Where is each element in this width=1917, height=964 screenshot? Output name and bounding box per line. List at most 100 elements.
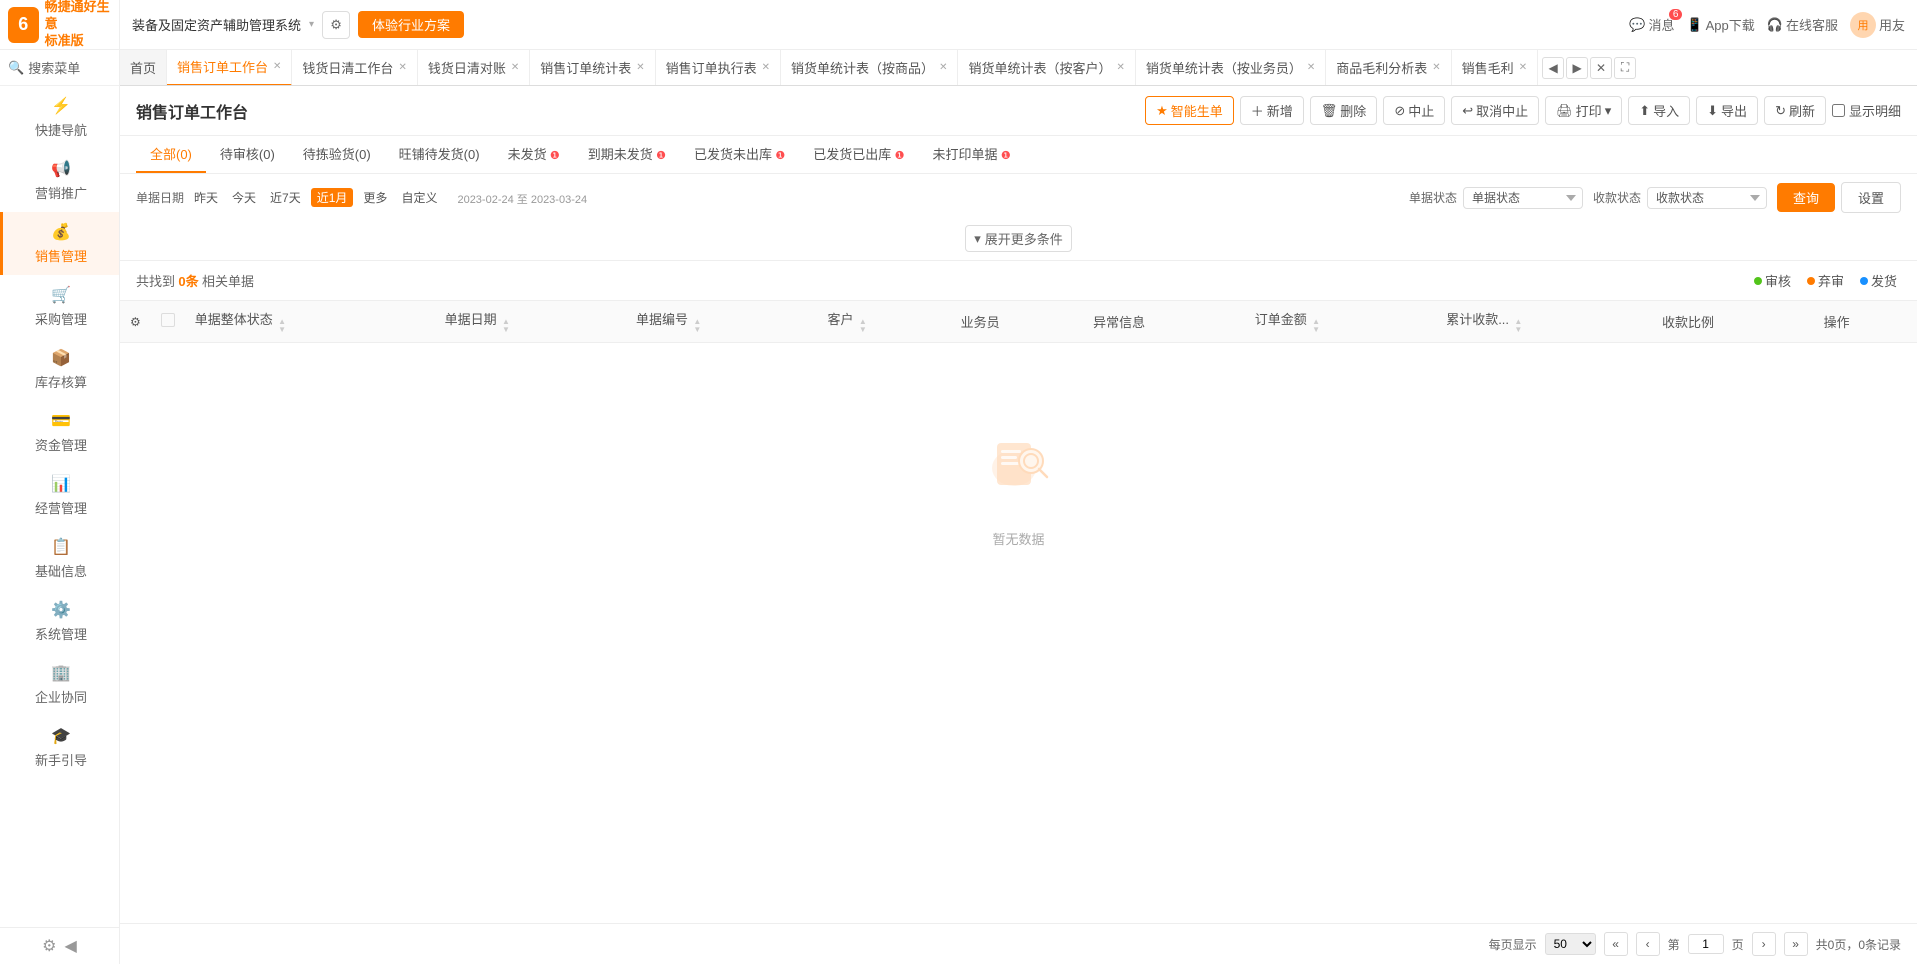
date-option-1month[interactable]: 近1月 [311, 188, 354, 207]
tab-margin-close[interactable]: ✕ [1432, 62, 1440, 73]
tab-sales-more-close[interactable]: ✕ [1519, 62, 1527, 73]
sidebar-item-operations[interactable]: 📊 经营管理 [0, 464, 119, 527]
page-last-btn[interactable]: » [1784, 932, 1808, 956]
sidebar-item-inventory[interactable]: 📦 库存核算 [0, 338, 119, 401]
sort-customer[interactable]: ▲▼ [859, 318, 867, 334]
payment-filter-select[interactable]: 收款状态 [1647, 187, 1767, 209]
sort-date[interactable]: ▲▼ [502, 318, 510, 334]
cancel-stop-btn[interactable]: ↩ 取消中止 [1451, 96, 1539, 125]
tab-sales-staff[interactable]: 销货单统计表（按业务员） ✕ [1136, 50, 1326, 86]
select-all-checkbox[interactable] [161, 313, 175, 327]
tab-cash-reconcile[interactable]: 钱货日清对账 ✕ [418, 50, 530, 86]
sidebar-item-purchase[interactable]: 🛒 采购管理 [0, 275, 119, 338]
delete-btn[interactable]: 🗑 删除 [1310, 96, 1378, 125]
tab-sales-customer[interactable]: 销货单统计表（按客户） ✕ [958, 50, 1135, 86]
print-btn[interactable]: 🖨 打印 ▾ [1545, 96, 1622, 125]
date-option-7days[interactable]: 近7天 [266, 188, 305, 207]
subtab-shipped-out[interactable]: 已发货已出库 ❶ [799, 136, 918, 173]
tab-sales-stat[interactable]: 销售订单统计表 ✕ [530, 50, 655, 86]
import-btn[interactable]: ⬆ 导入 [1628, 96, 1690, 125]
subtab-pending-check[interactable]: 待拣验货(0) [289, 136, 385, 173]
stop-icon: ⊘ [1394, 103, 1405, 119]
tab-home[interactable]: 首页 [120, 50, 167, 86]
sidebar-item-sales[interactable]: 💰 销售管理 [0, 212, 119, 275]
settings-gear-icon[interactable]: ⚙ [42, 936, 56, 956]
status-filter-select[interactable]: 单据状态 [1463, 187, 1583, 209]
sidebar-item-enterprise[interactable]: 🏢 企业协同 [0, 653, 119, 716]
user-menu-btn[interactable]: 用 用友 [1850, 12, 1905, 38]
app-download-btn[interactable]: 📱 App下载 [1686, 15, 1754, 34]
query-btn[interactable]: 查询 [1777, 183, 1835, 212]
tab-daily-cash-close[interactable]: ✕ [398, 62, 406, 73]
page-prev-btn[interactable]: ‹ [1636, 932, 1660, 956]
subtab-wangpu[interactable]: 旺铺待发货(0) [385, 136, 494, 173]
tab-sales-product-close[interactable]: ✕ [939, 62, 947, 73]
ship-btn[interactable]: 发货 [1856, 269, 1901, 292]
subtab-shipped-not-out[interactable]: 已发货未出库 ❶ [680, 136, 799, 173]
refresh-btn[interactable]: ↻ 刷新 [1764, 96, 1826, 125]
smart-order-btn[interactable]: ★ 智能生单 [1145, 96, 1234, 125]
subtab-not-printed[interactable]: 未打印单据 ❶ [919, 136, 1025, 173]
tab-sales-order[interactable]: 销售订单工作台 ✕ [167, 50, 292, 86]
show-detail-checkbox[interactable] [1832, 104, 1845, 117]
tab-sales-exec-close[interactable]: ✕ [762, 62, 770, 73]
operations-icon: 📊 [51, 474, 71, 494]
add-btn[interactable]: ＋ 新增 [1240, 96, 1304, 125]
stop-btn[interactable]: ⊘ 中止 [1383, 96, 1445, 125]
cash-reconcile-tab-label: 钱货日清对账 [428, 58, 506, 77]
tab-margin[interactable]: 商品毛利分析表 ✕ [1326, 50, 1451, 86]
sort-collected[interactable]: ▲▼ [1514, 318, 1522, 334]
subtab-not-shipped[interactable]: 未发货 ❶ [494, 136, 574, 173]
empty-state-row: 暂无数据 [120, 343, 1917, 629]
tab-daily-cash[interactable]: 钱货日清工作台 ✕ [292, 50, 417, 86]
subtab-pending[interactable]: 待审核(0) [206, 136, 289, 173]
online-service-btn[interactable]: 🎧 在线客服 [1767, 15, 1838, 34]
sort-number[interactable]: ▲▼ [693, 318, 701, 334]
unreviewed-btn[interactable]: 弃审 [1803, 269, 1848, 292]
system-dropdown-arrow[interactable]: ▾ [309, 19, 314, 30]
sidebar-item-finance[interactable]: 💳 资金管理 [0, 401, 119, 464]
trial-btn[interactable]: 体验行业方案 [358, 11, 464, 38]
date-option-custom[interactable]: 自定义 [397, 188, 441, 207]
sidebar-item-search[interactable]: 🔍 搜索菜单 [0, 50, 119, 86]
sidebar-item-quick-nav[interactable]: ⚡ 快捷导航 [0, 86, 119, 149]
tab-sales-exec[interactable]: 销售订单执行表 ✕ [656, 50, 781, 86]
sidebar-item-guide[interactable]: 🎓 新手引导 [0, 716, 119, 779]
tab-sales-order-close[interactable]: ✕ [273, 61, 281, 72]
tab-cash-reconcile-close[interactable]: ✕ [511, 62, 519, 73]
tab-nav-next[interactable]: ▶ [1566, 57, 1588, 79]
finance-icon: 💳 [51, 411, 71, 431]
sort-amount[interactable]: ▲▼ [1312, 318, 1320, 334]
sales-staff-tab-label: 销货单统计表（按业务员） [1146, 58, 1302, 77]
sidebar-item-system[interactable]: ⚙️ 系统管理 [0, 590, 119, 653]
set-btn[interactable]: 设置 [1841, 182, 1901, 213]
subtab-all[interactable]: 全部(0) [136, 136, 206, 173]
subtab-expired[interactable]: 到期未发货 ❶ [574, 136, 680, 173]
review-btn[interactable]: 审核 [1750, 269, 1795, 292]
page-next-btn[interactable]: › [1752, 932, 1776, 956]
show-detail-label[interactable]: 显示明细 [1832, 101, 1901, 120]
col-settings[interactable]: ⚙ [120, 301, 151, 343]
tab-maximize[interactable]: ⛶ [1614, 57, 1636, 79]
tab-sales-more[interactable]: 销售毛利 ✕ [1452, 50, 1538, 86]
date-option-more[interactable]: 更多 [359, 188, 391, 207]
date-option-yesterday[interactable]: 昨天 [190, 188, 222, 207]
collapse-icon[interactable]: ◀ [65, 936, 77, 956]
expand-more-btn[interactable]: ▾ 展开更多条件 [965, 225, 1072, 252]
tab-sales-stat-close[interactable]: ✕ [636, 62, 644, 73]
page-input[interactable] [1688, 934, 1724, 954]
sidebar-item-marketing[interactable]: 📢 营销推广 [0, 149, 119, 212]
sidebar-item-basic[interactable]: 📋 基础信息 [0, 527, 119, 590]
tab-sales-product[interactable]: 销货单统计表（按商品） ✕ [781, 50, 958, 86]
messages-btn[interactable]: 💬 消息 6 [1629, 15, 1674, 34]
topbar-settings-btn[interactable]: ⚙ [322, 11, 350, 39]
sort-status[interactable]: ▲▼ [278, 318, 286, 334]
export-btn[interactable]: ⬇ 导出 [1696, 96, 1758, 125]
page-first-btn[interactable]: « [1604, 932, 1628, 956]
date-option-today[interactable]: 今天 [228, 188, 260, 207]
per-page-select[interactable]: 10 20 50 100 [1545, 933, 1596, 955]
tab-sales-customer-close[interactable]: ✕ [1116, 62, 1124, 73]
tab-nav-prev[interactable]: ◀ [1542, 57, 1564, 79]
tab-sales-staff-close[interactable]: ✕ [1307, 62, 1315, 73]
tab-close-all[interactable]: ✕ [1590, 57, 1612, 79]
